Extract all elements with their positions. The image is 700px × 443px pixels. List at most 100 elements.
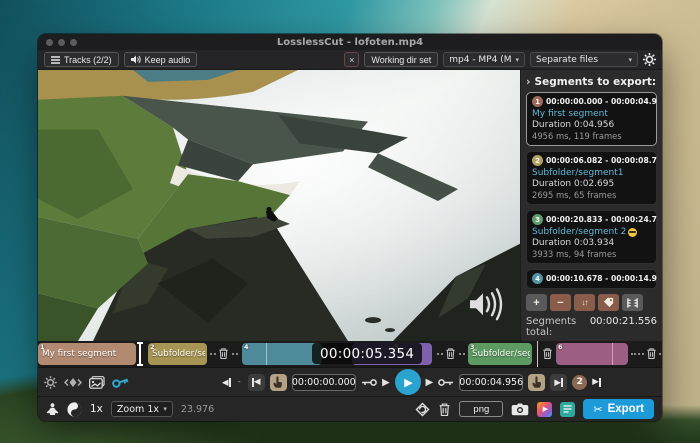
set-cut-end-button[interactable] [528, 373, 546, 391]
rotate-icon[interactable] [415, 402, 430, 417]
segments-total: Segments total: 00:00:21.556 [526, 316, 657, 338]
play-icon: ▶ [404, 376, 413, 389]
cut-start-time-input[interactable]: 00:00:00.000 [291, 373, 356, 391]
cut-end-time-input[interactable]: 00:00:04.956 [459, 373, 524, 391]
add-segment-button[interactable]: + [526, 294, 547, 311]
segment-name-link[interactable]: Subfolder/segment 2 [532, 227, 651, 237]
segment-card-2[interactable]: 2 00:00:06.082 - 00:00:08.778 Subfolder/… [526, 151, 657, 205]
segments-batch-icon [627, 297, 638, 308]
transport-bar: ▶ - ▶ 00:00:00.000 ◀ ▶ ▶ 00:00:04.956 ▶ … [38, 367, 662, 396]
jump-start-button[interactable]: ▶ [222, 377, 231, 387]
titlebar: LosslessCut - lofoten.mp4 [38, 34, 662, 50]
export-mode-select[interactable]: Separate files ▾ [530, 52, 638, 67]
gap-dots [232, 353, 238, 355]
sort-segments-button[interactable]: ↓↑ [574, 294, 595, 311]
gap-trash-icon[interactable] [218, 347, 229, 360]
capture-format-button[interactable]: png [459, 401, 504, 417]
set-cut-start-button[interactable] [269, 373, 287, 391]
video-preview[interactable] [38, 70, 520, 341]
timeline-segment-4[interactable]: 4 [242, 343, 322, 365]
scissors-icon: ✂ [593, 403, 603, 416]
segment-badge: 2 [532, 155, 543, 166]
step-forward-button[interactable]: ▶ [426, 377, 434, 388]
key-left-icon[interactable] [361, 378, 377, 387]
prev-segment-button[interactable]: ▶ [247, 373, 265, 391]
remove-segment-button[interactable]: − [550, 294, 571, 311]
preview-thumbnail-icon[interactable]: ▶ [537, 401, 553, 417]
step-back-button[interactable]: ◀ [382, 377, 390, 388]
play-button[interactable]: ▶ [394, 369, 421, 395]
hamburger-icon [51, 55, 60, 64]
jump-end-button[interactable]: ▶ [592, 377, 601, 387]
sunglasses-emoji [628, 227, 638, 237]
key-icon[interactable] [111, 374, 130, 389]
label-segment-icon [603, 297, 614, 308]
segments-sidebar: › Segments to export: 1 00:00:00.000 - 0… [520, 70, 662, 341]
segment-badge: 1 [532, 96, 543, 107]
edit-cursor-line [537, 341, 538, 367]
segments-header: › Segments to export: [526, 75, 657, 88]
losslesscut-window: LosslessCut - lofoten.mp4 Tracks (2/2) K… [38, 34, 662, 421]
clear-working-dir-button[interactable]: × [344, 52, 360, 67]
timeline-segment-1[interactable]: 1 My first segment [38, 343, 136, 365]
playback-rate[interactable]: 1x [90, 403, 103, 415]
current-time-display: 00:00:05.354 [312, 343, 423, 364]
segment-name-link[interactable]: Subfolder/segment1 [532, 168, 651, 178]
trash-icon[interactable] [438, 402, 451, 417]
remove-segment-icon: − [557, 296, 564, 309]
segment-card-1[interactable]: 1 00:00:00.000 - 00:00:04.956 My first s… [526, 92, 657, 146]
segment-name-link[interactable]: My first segment [532, 109, 651, 119]
segments-batch-button[interactable] [622, 294, 643, 311]
timeline-segment-3[interactable]: 3 Subfolder/segmer [468, 343, 532, 365]
playhead-marker[interactable] [137, 342, 143, 366]
segment-actions: + − ↓↑ [526, 291, 657, 314]
notes-icon[interactable] [560, 401, 576, 417]
advanced-mode-icon[interactable] [46, 402, 59, 416]
timecode-dash: - [237, 377, 241, 387]
gap-dots [659, 353, 662, 355]
sort-segments-icon: ↓↑ [581, 298, 589, 307]
hand-up-icon [532, 376, 541, 388]
camera-icon[interactable] [511, 403, 529, 416]
output-format-select[interactable]: mp4 - MP4 (M ▾ [443, 52, 525, 67]
timeline-segment-2[interactable]: 2 Subfolder/se [148, 343, 207, 365]
video-frame [38, 70, 520, 341]
hand-up-icon [273, 376, 283, 388]
keyframe-nav-icon[interactable] [64, 377, 82, 388]
thumbnails-icon[interactable] [89, 375, 105, 389]
fps-value: 23.976 [180, 403, 215, 415]
window-title: LosslessCut - lofoten.mp4 [276, 36, 424, 48]
chevron-down-icon: ▾ [628, 55, 632, 64]
label-segment-button[interactable] [598, 294, 619, 311]
toolbar: Tracks (2/2) Keep audio × Working dir se… [38, 50, 662, 70]
timeline[interactable]: 1 My first segment 2 Subfolder/se 4 5 00… [38, 341, 662, 367]
collapse-sidebar-icon[interactable]: › [526, 75, 531, 88]
export-button[interactable]: ✂ Export [583, 399, 654, 419]
key-right-icon[interactable] [438, 378, 454, 387]
working-dir-button[interactable]: Working dir set [364, 52, 439, 67]
settings-gear-icon[interactable] [44, 375, 57, 389]
speaker-icon [130, 55, 141, 64]
gap-dots [631, 353, 644, 355]
tracks-button[interactable]: Tracks (2/2) [44, 52, 119, 67]
next-segment-button[interactable]: ▶ [550, 373, 568, 391]
timeline-zoom-select[interactable]: Zoom 1x ▾ [110, 401, 173, 417]
chevron-down-icon: ▾ [163, 405, 167, 413]
bottom-bar: 1x Zoom 1x ▾ 23.976 png ▶ ✂ Export [38, 396, 662, 421]
timeline-segment-6[interactable]: 6 [556, 343, 628, 365]
add-segment-icon: + [533, 296, 540, 309]
gap-dots [437, 353, 443, 355]
gap-dots [210, 353, 216, 355]
settings-gear-icon[interactable] [643, 53, 656, 66]
gap-dots [459, 353, 465, 355]
gap-trash-icon[interactable] [445, 347, 456, 360]
gap-trash-icon[interactable] [646, 347, 657, 360]
current-segment-badge[interactable]: 2 [572, 374, 588, 390]
yin-yang-icon[interactable] [67, 401, 82, 417]
chevron-down-icon: ▾ [515, 55, 519, 64]
segment-card-4[interactable]: 4 00:00:10.678 - 00:00:14.933 [526, 269, 657, 289]
segment-card-3[interactable]: 3 00:00:20.833 - 00:00:24.767 Subfolder/… [526, 210, 657, 264]
segments-list: 1 00:00:00.000 - 00:00:04.956 My first s… [526, 92, 657, 291]
keep-audio-button[interactable]: Keep audio [123, 52, 198, 67]
gap-trash-icon[interactable] [542, 347, 553, 360]
